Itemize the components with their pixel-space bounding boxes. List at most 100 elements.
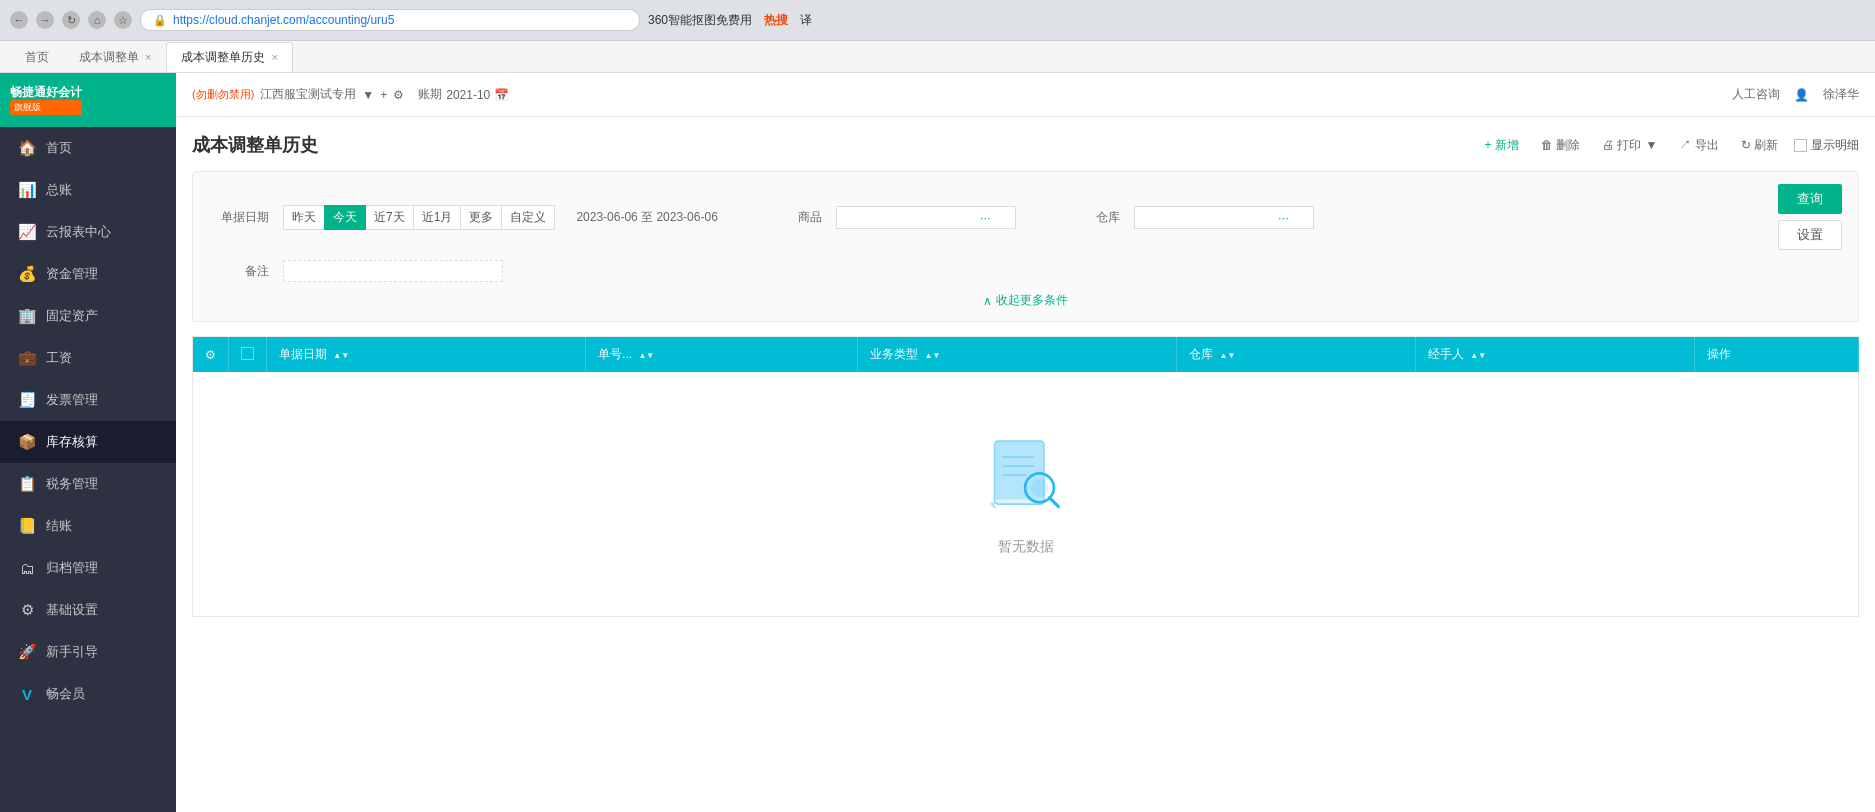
company-dropdown-icon[interactable]: ▼ bbox=[362, 88, 374, 102]
tab-bar: 首页 成本调整单 × 成本调整单历史 × bbox=[0, 41, 1875, 73]
sidebar-item-invoice[interactable]: 🧾 发票管理 bbox=[0, 379, 176, 421]
sidebar-item-home-label: 首页 bbox=[46, 139, 72, 157]
sidebar-item-member-label: 畅会员 bbox=[46, 685, 85, 703]
filter-buttons: 查询 设置 bbox=[1778, 184, 1842, 250]
sort-arrows-handler: ▲▼ bbox=[1470, 352, 1486, 360]
sidebar-item-inventory[interactable]: 📦 库存核算 bbox=[0, 421, 176, 463]
empty-text: 暂无数据 bbox=[998, 538, 1054, 556]
sidebar-item-close-accounts[interactable]: 📒 结账 bbox=[0, 505, 176, 547]
table-col-handler-label: 经手人 bbox=[1428, 347, 1464, 361]
browser-chrome: ← → ↻ ⌂ ☆ 🔒 https://cloud.chanjet.com/ac… bbox=[0, 0, 1875, 41]
table-col-check[interactable] bbox=[229, 337, 267, 373]
export-button[interactable]: ↗ 导出 bbox=[1673, 134, 1724, 157]
date-tab-more[interactable]: 更多 bbox=[460, 205, 502, 230]
consulting-btn[interactable]: 人工咨询 bbox=[1732, 86, 1780, 103]
date-tab-today[interactable]: 今天 bbox=[324, 205, 366, 230]
tab-home-label: 首页 bbox=[25, 49, 49, 66]
table-col-date-label: 单据日期 bbox=[279, 347, 327, 361]
browser-toolbar: ← → ↻ ⌂ ☆ 🔒 https://cloud.chanjet.com/ac… bbox=[0, 0, 1875, 40]
page-title: 成本调整单历史 bbox=[192, 133, 318, 157]
app-header-left: (勿删勿禁用) 江西服宝测试专用 ▼ + ⚙ 账期 2021-10 📅 bbox=[192, 86, 509, 103]
show-cols-toggle[interactable]: 显示明细 bbox=[1794, 137, 1859, 154]
print-arrow-icon: ▼ bbox=[1645, 138, 1657, 152]
sidebar-item-payroll[interactable]: 💼 工资 bbox=[0, 337, 176, 379]
sidebar-item-archive[interactable]: 🗂 归档管理 bbox=[0, 547, 176, 589]
refresh-button[interactable]: ↻ 刷新 bbox=[1735, 134, 1784, 157]
sidebar-item-tax[interactable]: 📋 税务管理 bbox=[0, 463, 176, 505]
sidebar-item-tax-label: 税务管理 bbox=[46, 475, 98, 493]
page-actions: + 新增 🗑 删除 🖨 打印 ▼ ↗ 导出 ↻ 刷新 显示明细 bbox=[1478, 134, 1859, 157]
date-tab-custom[interactable]: 自定义 bbox=[501, 205, 555, 230]
star-button[interactable]: ☆ bbox=[114, 11, 132, 29]
warehouse-select[interactable]: ··· bbox=[1134, 206, 1314, 229]
tab-cost-adjust[interactable]: 成本调整单 × bbox=[64, 42, 166, 72]
empty-state: 暂无数据 bbox=[193, 372, 1858, 616]
new-button[interactable]: + 新增 bbox=[1478, 134, 1524, 157]
date-range-display: 2023-06-06 至 2023-06-06 bbox=[576, 209, 717, 226]
main-content: (勿删勿禁用) 江西服宝测试专用 ▼ + ⚙ 账期 2021-10 📅 人工咨询… bbox=[176, 73, 1875, 812]
data-table: ⚙ 单据日期 ▲▼ 单号... ▲▼ 业务类型 bbox=[192, 336, 1859, 617]
tab-cost-adjust-history[interactable]: 成本调整单历史 × bbox=[166, 42, 292, 72]
tab-cost-adjust-label: 成本调整单 bbox=[79, 49, 139, 66]
table-col-number[interactable]: 单号... ▲▼ bbox=[586, 337, 858, 373]
date-tabs: 昨天 今天 近7天 近1月 更多 自定义 bbox=[283, 205, 554, 230]
empty-state-illustration bbox=[981, 432, 1071, 522]
username: 徐泽华 bbox=[1823, 86, 1859, 103]
sidebar-item-home[interactable]: 🏠 首页 bbox=[0, 127, 176, 169]
sidebar-item-ledger[interactable]: 📊 总账 bbox=[0, 169, 176, 211]
date-tab-yesterday[interactable]: 昨天 bbox=[283, 205, 325, 230]
tab-home[interactable]: 首页 bbox=[10, 42, 64, 72]
collapse-button[interactable]: ∧ 收起更多条件 bbox=[983, 292, 1068, 309]
query-button[interactable]: 查询 bbox=[1778, 184, 1842, 214]
sidebar-item-fixed-assets-label: 固定资产 bbox=[46, 307, 98, 325]
remark-input[interactable] bbox=[283, 260, 503, 282]
table-col-number-label: 单号... bbox=[598, 347, 632, 361]
show-cols-checkbox[interactable] bbox=[1794, 139, 1807, 152]
reload-button[interactable]: ↻ bbox=[62, 11, 80, 29]
date-tab-7days[interactable]: 近7天 bbox=[365, 205, 414, 230]
forward-button[interactable]: → bbox=[36, 11, 54, 29]
period-label: 账期 bbox=[418, 86, 442, 103]
date-tab-1month[interactable]: 近1月 bbox=[413, 205, 462, 230]
goods-select[interactable]: ··· bbox=[836, 206, 1016, 229]
delete-button[interactable]: 🗑 删除 bbox=[1535, 134, 1586, 157]
add-company-btn[interactable]: + bbox=[380, 88, 387, 102]
table-col-type[interactable]: 业务类型 ▲▼ bbox=[858, 337, 1177, 373]
table-body: 暂无数据 bbox=[193, 372, 1859, 617]
member-icon: V bbox=[18, 685, 36, 703]
logo-badge: 旗舰版 bbox=[10, 100, 82, 115]
tab-cost-adjust-history-close[interactable]: × bbox=[271, 51, 277, 63]
filter-settings-button[interactable]: 设置 bbox=[1778, 220, 1842, 250]
sidebar-item-settings[interactable]: ⚙ 基础设置 bbox=[0, 589, 176, 631]
table-col-gear[interactable]: ⚙ bbox=[193, 337, 229, 373]
table-col-handler[interactable]: 经手人 ▲▼ bbox=[1415, 337, 1694, 373]
company-settings-icon[interactable]: ⚙ bbox=[393, 88, 404, 102]
goods-more-icon[interactable]: ··· bbox=[980, 210, 991, 225]
invoice-icon: 🧾 bbox=[18, 391, 36, 409]
print-button[interactable]: 🖨 打印 ▼ bbox=[1596, 134, 1663, 157]
table-select-all-checkbox[interactable] bbox=[241, 347, 254, 360]
sidebar-item-fixed-assets[interactable]: 🏢 固定资产 bbox=[0, 295, 176, 337]
browser-url-bar[interactable]: 🔒 https://cloud.chanjet.com/accounting/u… bbox=[140, 9, 640, 31]
warehouse-more-icon[interactable]: ··· bbox=[1278, 210, 1289, 225]
table-col-type-label: 业务类型 bbox=[870, 347, 918, 361]
table-col-date[interactable]: 单据日期 ▲▼ bbox=[267, 337, 586, 373]
home-button[interactable]: ⌂ bbox=[88, 11, 106, 29]
sidebar-item-invoice-label: 发票管理 bbox=[46, 391, 98, 409]
calendar-icon[interactable]: 📅 bbox=[494, 88, 509, 102]
back-button[interactable]: ← bbox=[10, 11, 28, 29]
sidebar-item-inventory-label: 库存核算 bbox=[46, 433, 98, 451]
sidebar-item-reports[interactable]: 📈 云报表中心 bbox=[0, 211, 176, 253]
sidebar-item-settings-label: 基础设置 bbox=[46, 601, 98, 619]
hot-search-label: 热搜 bbox=[764, 12, 788, 29]
translate-btn[interactable]: 译 bbox=[800, 12, 812, 29]
empty-state-cell: 暂无数据 bbox=[193, 372, 1859, 617]
table-col-warehouse[interactable]: 仓库 ▲▼ bbox=[1177, 337, 1416, 373]
sidebar-item-reports-label: 云报表中心 bbox=[46, 223, 111, 241]
sidebar-item-member[interactable]: V 畅会员 bbox=[0, 673, 176, 715]
tab-cost-adjust-close[interactable]: × bbox=[145, 51, 151, 63]
svg-line-6 bbox=[1049, 498, 1058, 507]
sidebar-item-finance[interactable]: 💰 资金管理 bbox=[0, 253, 176, 295]
sidebar-item-guide[interactable]: 🚀 新手引导 bbox=[0, 631, 176, 673]
account-info: (勿删勿禁用) 江西服宝测试专用 ▼ + ⚙ bbox=[192, 86, 404, 103]
